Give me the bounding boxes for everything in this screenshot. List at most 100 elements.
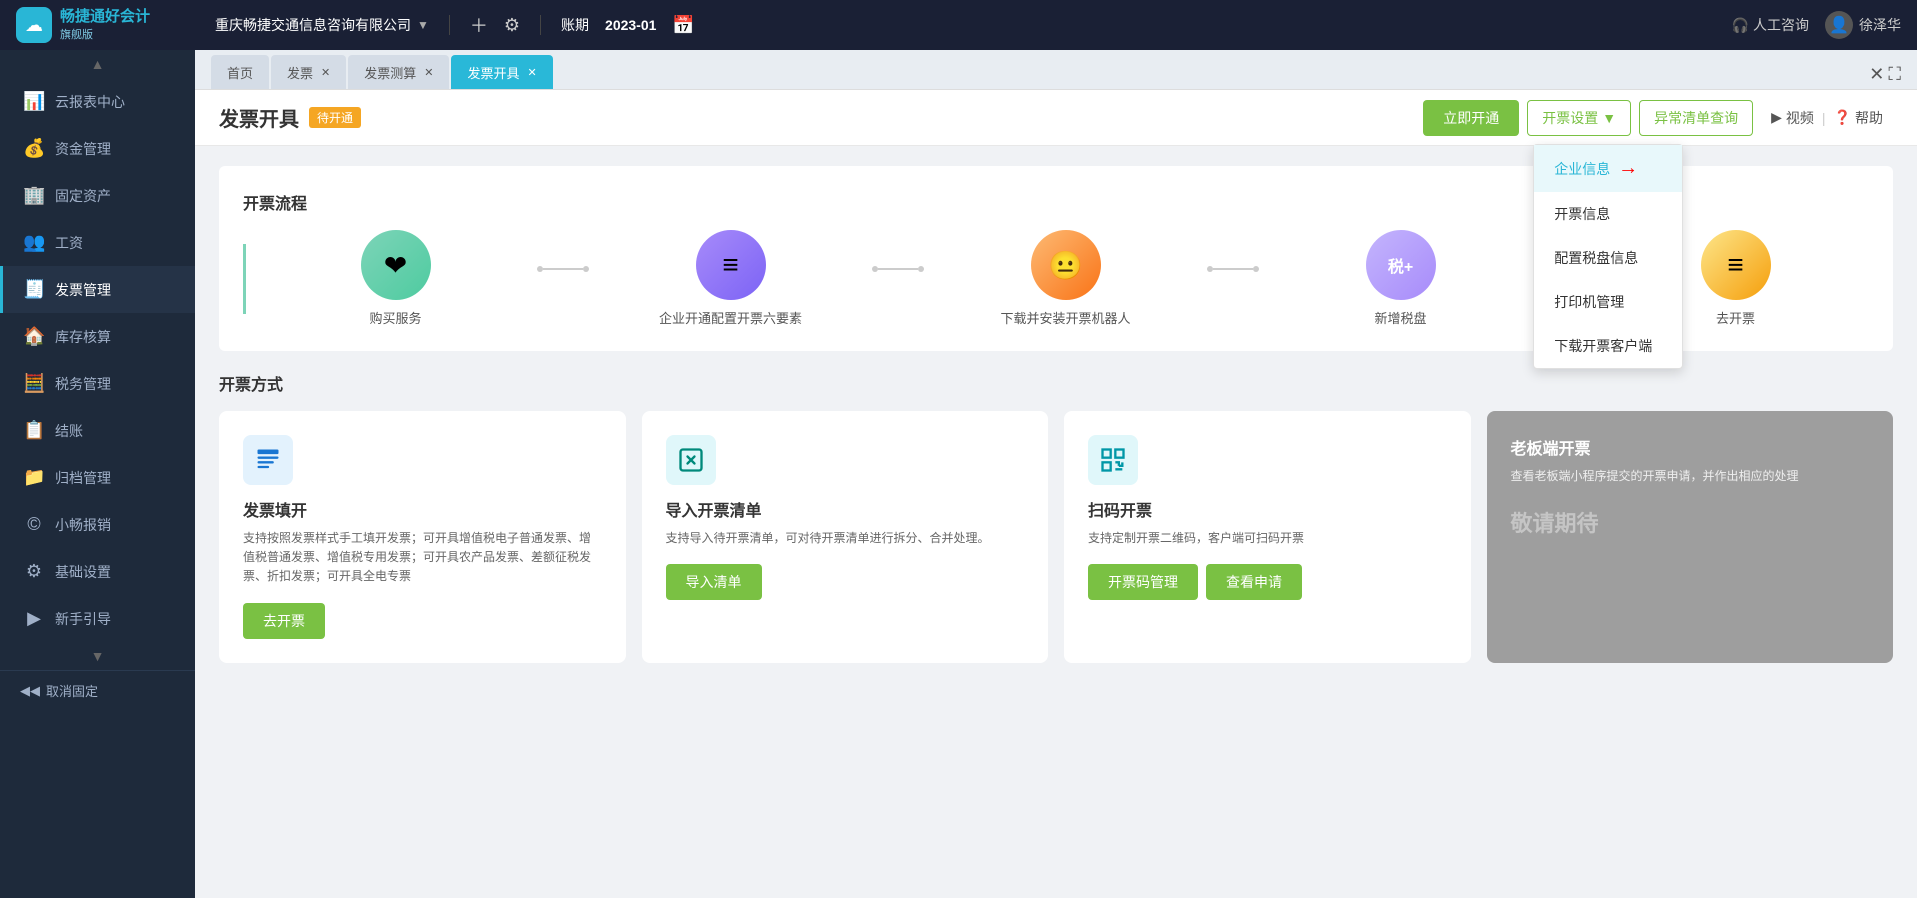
sidebar-item-cloud-report[interactable]: 📊 云报表中心	[0, 78, 195, 125]
dropdown-tax-config[interactable]: 配置税盘信息	[1534, 236, 1682, 280]
company-selector[interactable]: 重庆畅捷交通信息咨询有限公司 ▼	[215, 15, 429, 35]
step-taxdisk-icon: 税+	[1366, 230, 1436, 300]
step-go-invoice-label: 去开票	[1716, 308, 1755, 327]
tab-invoice-calc[interactable]: 发票测算 ✕	[348, 55, 449, 89]
abnormal-button[interactable]: 异常清单查询	[1639, 100, 1753, 136]
download-client-label: 下载开票客户端	[1554, 338, 1652, 354]
sidebar-item-label: 基础设置	[55, 562, 111, 582]
process-step-config: ≡ 企业开通配置开票六要素	[597, 230, 864, 327]
sidebar-item-label: 归档管理	[55, 468, 111, 488]
sidebar-item-fixed-assets[interactable]: 🏢 固定资产	[0, 172, 195, 219]
sidebar-item-report-sales[interactable]: © 小畅报销	[0, 501, 195, 548]
user-name: 徐泽华	[1859, 15, 1901, 35]
sidebar-scroll-down[interactable]: ▼	[0, 642, 195, 670]
dropdown-company-info[interactable]: 企业信息 →	[1534, 145, 1682, 192]
tab-invoice-issue[interactable]: 发票开具 ✕	[451, 55, 552, 89]
fill-invoice-icon	[243, 435, 293, 485]
content-area: 首页 发票 ✕ 发票测算 ✕ 发票开具 ✕ ✕ ⛶	[195, 50, 1917, 898]
new-guide-icon: ▶	[23, 608, 45, 629]
sidebar-item-inventory[interactable]: 🏠 库存核算	[0, 313, 195, 360]
status-badge: 待开通	[309, 107, 361, 128]
archive-icon: 📁	[23, 467, 45, 488]
sidebar-item-payroll[interactable]: 👥 工资	[0, 219, 195, 266]
top-right-area: 🎧 人工咨询 👤 徐泽华	[1732, 11, 1901, 39]
tabs-bar: 首页 发票 ✕ 发票测算 ✕ 发票开具 ✕ ✕ ⛶	[195, 50, 1917, 90]
calendar-icon-button[interactable]: 📅	[672, 15, 694, 36]
sidebar: ▲ 📊 云报表中心 💰 资金管理 🏢 固定资产 👥 工资 🧾 发票管理	[0, 50, 195, 898]
connector-1	[529, 266, 597, 272]
import-list-button[interactable]: 导入清单	[666, 564, 762, 600]
scan-invoice-view-apply-button[interactable]: 查看申请	[1206, 564, 1302, 600]
dropdown-download-client[interactable]: 下载开票客户端	[1534, 324, 1682, 368]
step-taxdisk-label: 新增税盘	[1374, 308, 1426, 327]
fill-invoice-button[interactable]: 去开票	[243, 603, 325, 639]
video-button[interactable]: ▶ 视频 | ❓ 帮助	[1761, 101, 1893, 135]
sidebar-item-invoice-mgmt[interactable]: 🧾 发票管理	[0, 266, 195, 313]
settings-label: 开票设置	[1542, 108, 1598, 128]
method-card-fill-invoice: 发票填开 支持按照发票样式手工填开发票；可开具增值税电子普通发票、增值税普通发票…	[219, 411, 626, 663]
sidebar-item-label: 税务管理	[55, 374, 111, 394]
invoice-mgmt-icon: 🧾	[23, 279, 45, 300]
app-logo-icon: ☁	[16, 7, 52, 43]
boss-invoice-watermark: 敬请期待	[1511, 506, 1870, 538]
header-actions: 立即开通 开票设置 ▼ 异常清单查询 ▶ 视频 | ❓ 帮助	[1423, 100, 1893, 136]
tab-invoice[interactable]: 发票 ✕	[271, 55, 346, 89]
tab-expand-button[interactable]: ⛶	[1888, 64, 1901, 85]
sidebar-item-fund[interactable]: 💰 资金管理	[0, 125, 195, 172]
tab-invoice-issue-close[interactable]: ✕	[528, 66, 537, 79]
step-config-label: 企业开通配置开票六要素	[659, 308, 802, 327]
page-header: 发票开具 待开通 立即开通 开票设置 ▼ 异常清单查询 ▶ 视频 | ❓	[195, 90, 1917, 146]
scan-invoice-title: 扫码开票	[1088, 497, 1447, 521]
video-label: 视频	[1786, 108, 1814, 128]
sidebar-item-label: 发票管理	[55, 280, 111, 300]
boss-invoice-desc: 查看老板端小程序提交的开票申请，并作出相应的处理	[1511, 467, 1870, 486]
period-label: 账期	[561, 15, 589, 35]
import-list-title: 导入开票清单	[666, 497, 1025, 521]
company-dropdown-icon: ▼	[417, 18, 429, 32]
import-list-desc: 支持导入待开票清单，可对待开票清单进行拆分、合并处理。	[666, 529, 1025, 548]
basic-settings-icon: ⚙	[23, 561, 45, 582]
tab-home-label: 首页	[227, 63, 253, 82]
human-consult-button[interactable]: 🎧 人工咨询	[1732, 15, 1809, 35]
settings-button[interactable]: 开票设置 ▼	[1527, 100, 1631, 136]
user-area[interactable]: 👤 徐泽华	[1825, 11, 1901, 39]
tab-invoice-issue-label: 发票开具	[467, 63, 519, 82]
step-download-label: 下载并安装开票机器人	[1000, 308, 1130, 327]
cancel-fixed-button[interactable]: ◀◀ 取消固定	[0, 670, 195, 710]
play-icon: ▶	[1771, 109, 1782, 126]
dropdown-printer[interactable]: 打印机管理	[1534, 280, 1682, 324]
company-name: 重庆畅捷交通信息咨询有限公司	[215, 15, 411, 35]
fill-invoice-title: 发票填开	[243, 497, 602, 521]
sidebar-scroll-up[interactable]: ▲	[0, 50, 195, 78]
step-download-icon: 😐	[1031, 230, 1101, 300]
tax-config-label: 配置税盘信息	[1554, 250, 1638, 266]
dropdown-invoice-info[interactable]: 开票信息	[1534, 192, 1682, 236]
connector-3	[1199, 266, 1267, 272]
sidebar-item-archive[interactable]: 📁 归档管理	[0, 454, 195, 501]
boss-invoice-title: 老板端开票	[1511, 435, 1870, 459]
cancel-fixed-label: 取消固定	[46, 681, 98, 700]
tab-invoice-calc-close[interactable]: ✕	[424, 66, 433, 79]
sidebar-item-basic-settings[interactable]: ⚙ 基础设置	[0, 548, 195, 595]
sidebar-item-label: 新手引导	[55, 609, 111, 629]
fund-icon: 💰	[23, 138, 45, 159]
scan-invoice-desc: 支持定制开票二维码，客户端可扫码开票	[1088, 529, 1447, 548]
activate-button[interactable]: 立即开通	[1423, 100, 1519, 136]
app-name: 畅捷通好会计	[60, 8, 150, 26]
sidebar-item-label: 工资	[55, 233, 83, 253]
settings-icon-button[interactable]: ⚙	[504, 15, 520, 36]
page-title-area: 发票开具 待开通	[219, 103, 361, 132]
sidebar-item-tax[interactable]: 🧮 税务管理	[0, 360, 195, 407]
sidebar-item-label: 固定资产	[55, 186, 111, 206]
settings-dropdown-menu: 企业信息 → 开票信息 配置税盘信息 打印机管理 下	[1533, 144, 1683, 369]
tab-invoice-close[interactable]: ✕	[321, 66, 330, 79]
tab-close-all-button[interactable]: ✕	[1869, 64, 1884, 85]
invoice-methods-section: 开票方式 发票填开 支持按照发票样式手工填开发票；可开具增值税电子普通发票、增值…	[219, 371, 1893, 663]
tab-home[interactable]: 首页	[211, 55, 269, 89]
sidebar-item-new-guide[interactable]: ▶ 新手引导	[0, 595, 195, 642]
sidebar-item-settlement[interactable]: 📋 结账	[0, 407, 195, 454]
scan-invoice-code-mgmt-button[interactable]: 开票码管理	[1088, 564, 1198, 600]
step-buy-icon: ❤	[361, 230, 431, 300]
user-avatar-icon: 👤	[1825, 11, 1853, 39]
add-company-button[interactable]: ＋	[470, 12, 488, 38]
